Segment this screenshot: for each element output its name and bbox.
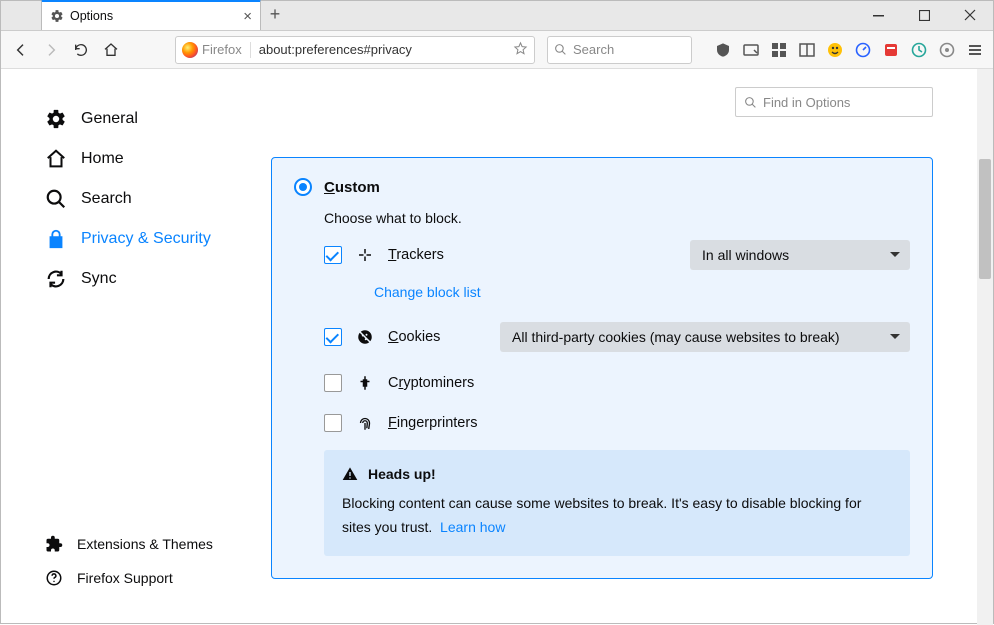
sync-icon	[45, 268, 67, 290]
cryptominer-icon	[356, 374, 374, 392]
prefs-sidebar: General Home Search Privacy & Security S…	[1, 69, 251, 625]
fingerprint-icon	[356, 414, 374, 432]
window-minimize-button[interactable]	[855, 0, 901, 30]
dropdown-value: In all windows	[702, 247, 789, 263]
gear-icon	[45, 108, 67, 130]
heads-up-title: Heads up!	[368, 466, 436, 482]
fingerprinters-label: Fingerprinters	[388, 415, 477, 431]
trackers-icon	[356, 246, 374, 264]
reload-button[interactable]	[69, 38, 93, 62]
find-in-options-input[interactable]: Find in Options	[735, 87, 933, 117]
sidebar-item-sync[interactable]: Sync	[45, 259, 251, 299]
sidebar-label: General	[81, 110, 138, 128]
home-icon	[45, 148, 67, 170]
help-icon	[45, 569, 63, 587]
cookies-checkbox[interactable]	[324, 328, 342, 346]
lock-icon	[45, 228, 67, 250]
cryptominers-checkbox[interactable]	[324, 374, 342, 392]
url-bar[interactable]: Firefox about:preferences#privacy	[175, 36, 535, 64]
heads-up-body: Blocking content can cause some websites…	[342, 495, 861, 535]
cryptominers-label: Cryptominers	[388, 375, 474, 391]
window-controls	[855, 0, 993, 30]
custom-subtitle: Choose what to block.	[324, 210, 910, 226]
addon-icon-3[interactable]	[769, 40, 789, 60]
addon-icon-8[interactable]	[909, 40, 929, 60]
puzzle-icon	[45, 535, 63, 553]
sidebar-label: Extensions & Themes	[77, 536, 213, 552]
app-menu-button[interactable]	[965, 40, 985, 60]
addon-icon-2[interactable]	[741, 40, 761, 60]
change-block-list-link[interactable]: Change block list	[374, 278, 481, 314]
identity-box[interactable]: Firefox	[182, 42, 251, 58]
addon-icon-5[interactable]	[825, 40, 845, 60]
sidebar-item-privacy[interactable]: Privacy & Security	[45, 219, 251, 259]
chevron-down-icon	[890, 252, 900, 257]
cookies-icon	[356, 328, 374, 346]
back-button[interactable]	[9, 38, 33, 62]
sidebar-item-search[interactable]: Search	[45, 179, 251, 219]
window-close-button[interactable]	[947, 0, 993, 30]
fingerprinters-checkbox[interactable]	[324, 414, 342, 432]
sidebar-label: Sync	[81, 270, 117, 288]
titlebar: Options × +	[1, 1, 993, 31]
learn-how-link[interactable]: Learn how	[440, 519, 505, 535]
warning-icon	[342, 466, 358, 482]
custom-radio[interactable]	[294, 178, 312, 196]
trackers-dropdown[interactable]: In all windows	[690, 240, 910, 270]
home-button[interactable]	[99, 38, 123, 62]
sidebar-label: Firefox Support	[77, 570, 173, 586]
scrollbar-thumb[interactable]	[979, 159, 991, 279]
addon-icon-9[interactable]	[937, 40, 957, 60]
tab-close-button[interactable]: ×	[243, 8, 252, 25]
prefs-main-panel: Find in Options CCustomustom Choose what…	[251, 69, 993, 625]
toolbar-addon-icons	[713, 40, 985, 60]
sidebar-item-extensions[interactable]: Extensions & Themes	[45, 527, 251, 561]
content-area: General Home Search Privacy & Security S…	[1, 69, 993, 625]
sidebar-item-home[interactable]: Home	[45, 139, 251, 179]
window-maximize-button[interactable]	[901, 0, 947, 30]
vertical-scrollbar[interactable]	[977, 69, 993, 625]
tab-title: Options	[70, 9, 113, 23]
heads-up-box: Heads up! Blocking content can cause som…	[324, 450, 910, 556]
trackers-checkbox[interactable]	[324, 246, 342, 264]
search-placeholder: Search	[573, 42, 614, 57]
forward-button[interactable]	[39, 38, 63, 62]
addon-icon-4[interactable]	[797, 40, 817, 60]
cookies-dropdown[interactable]: All third-party cookies (may cause websi…	[500, 322, 910, 352]
trackers-label: Trackers	[388, 247, 444, 263]
firefox-icon	[182, 42, 198, 58]
addon-icon-1[interactable]	[713, 40, 733, 60]
browser-tab-options[interactable]: Options ×	[41, 0, 261, 30]
custom-heading: CCustomustom	[324, 179, 380, 196]
content-blocking-custom-card: CCustomustom Choose what to block. Track…	[271, 157, 933, 579]
sidebar-label: Home	[81, 150, 124, 168]
bookmark-star-icon[interactable]	[513, 41, 528, 59]
identity-label: Firefox	[202, 42, 242, 57]
cookies-label: Cookies	[388, 329, 440, 345]
search-bar[interactable]: Search	[547, 36, 692, 64]
addon-icon-7[interactable]	[881, 40, 901, 60]
sidebar-item-general[interactable]: General	[45, 99, 251, 139]
search-icon	[744, 96, 757, 109]
search-icon	[554, 43, 567, 56]
sidebar-label: Search	[81, 190, 132, 208]
sidebar-item-support[interactable]: Firefox Support	[45, 561, 251, 595]
new-tab-button[interactable]: +	[261, 0, 289, 30]
chevron-down-icon	[890, 334, 900, 339]
find-placeholder: Find in Options	[763, 95, 850, 110]
gear-icon	[50, 9, 64, 23]
dropdown-value: All third-party cookies (may cause websi…	[512, 329, 840, 345]
url-text: about:preferences#privacy	[259, 42, 412, 57]
search-icon	[45, 188, 67, 210]
nav-toolbar: Firefox about:preferences#privacy Search	[1, 31, 993, 69]
addon-icon-6[interactable]	[853, 40, 873, 60]
sidebar-label: Privacy & Security	[81, 230, 211, 248]
